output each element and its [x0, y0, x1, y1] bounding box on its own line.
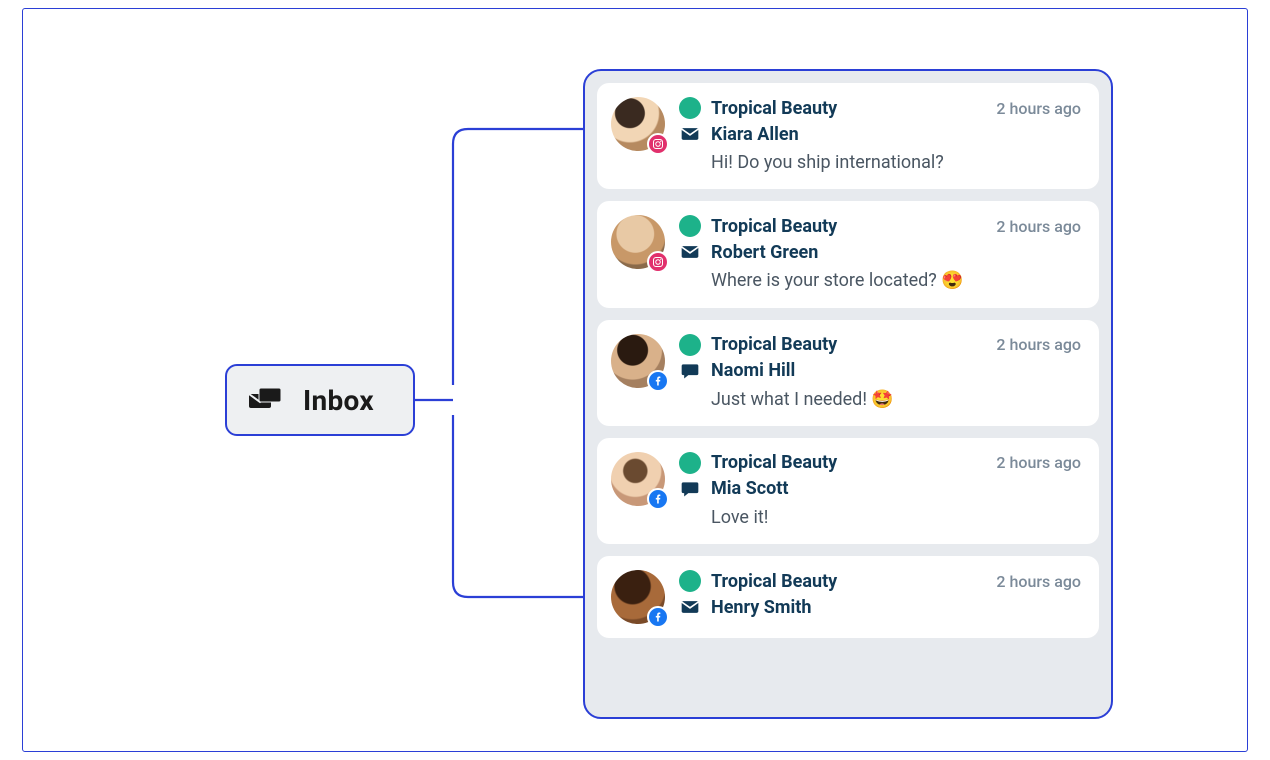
message-card[interactable]: Tropical Beauty 2 hours ago Naomi Hill J…: [597, 320, 1099, 426]
facebook-icon: [647, 606, 669, 628]
message-preview: Just what I needed! 🤩: [711, 388, 1081, 412]
message-preview: Hi! Do you ship international?: [711, 151, 1081, 175]
timestamp: 2 hours ago: [996, 217, 1081, 236]
comment-icon: [679, 478, 701, 500]
avatar: [611, 334, 665, 388]
timestamp: 2 hours ago: [996, 453, 1081, 472]
envelope-icon: [679, 596, 701, 618]
inbox-stacked-mail-icon: [245, 380, 285, 420]
message-card[interactable]: Tropical Beauty 2 hours ago Henry Smith: [597, 556, 1099, 638]
instagram-icon: [647, 133, 669, 155]
avatar: [611, 452, 665, 506]
message-card[interactable]: Tropical Beauty 2 hours ago Kiara Allen …: [597, 83, 1099, 189]
status-dot-icon: [679, 452, 701, 474]
sender-name: Henry Smith: [711, 597, 811, 618]
sender-name: Naomi Hill: [711, 360, 795, 381]
brand-name: Tropical Beauty: [711, 571, 837, 592]
diagram-frame: Inbox Tropical Beauty 2 hours ago: [22, 8, 1248, 752]
facebook-icon: [647, 488, 669, 510]
status-dot-icon: [679, 570, 701, 592]
brand-name: Tropical Beauty: [711, 334, 837, 355]
brand-name: Tropical Beauty: [711, 98, 837, 119]
status-dot-icon: [679, 334, 701, 356]
brand-name: Tropical Beauty: [711, 452, 837, 473]
avatar: [611, 570, 665, 624]
sender-name: Mia Scott: [711, 478, 788, 499]
timestamp: 2 hours ago: [996, 99, 1081, 118]
message-card[interactable]: Tropical Beauty 2 hours ago Robert Green…: [597, 201, 1099, 307]
envelope-icon: [679, 241, 701, 263]
sender-name: Kiara Allen: [711, 124, 799, 145]
status-dot-icon: [679, 215, 701, 237]
sender-name: Robert Green: [711, 242, 818, 263]
comment-icon: [679, 360, 701, 382]
message-preview: Where is your store located? 😍: [711, 269, 1081, 293]
message-preview: Love it!: [711, 506, 1081, 530]
avatar: [611, 215, 665, 269]
connector-line: [413, 119, 593, 609]
inbox-label: Inbox: [303, 384, 374, 417]
brand-name: Tropical Beauty: [711, 216, 837, 237]
timestamp: 2 hours ago: [996, 572, 1081, 591]
timestamp: 2 hours ago: [996, 335, 1081, 354]
messages-panel: Tropical Beauty 2 hours ago Kiara Allen …: [583, 69, 1113, 719]
inbox-button[interactable]: Inbox: [225, 364, 415, 436]
status-dot-icon: [679, 97, 701, 119]
avatar: [611, 97, 665, 151]
envelope-icon: [679, 123, 701, 145]
instagram-icon: [647, 251, 669, 273]
message-card[interactable]: Tropical Beauty 2 hours ago Mia Scott Lo…: [597, 438, 1099, 544]
facebook-icon: [647, 370, 669, 392]
